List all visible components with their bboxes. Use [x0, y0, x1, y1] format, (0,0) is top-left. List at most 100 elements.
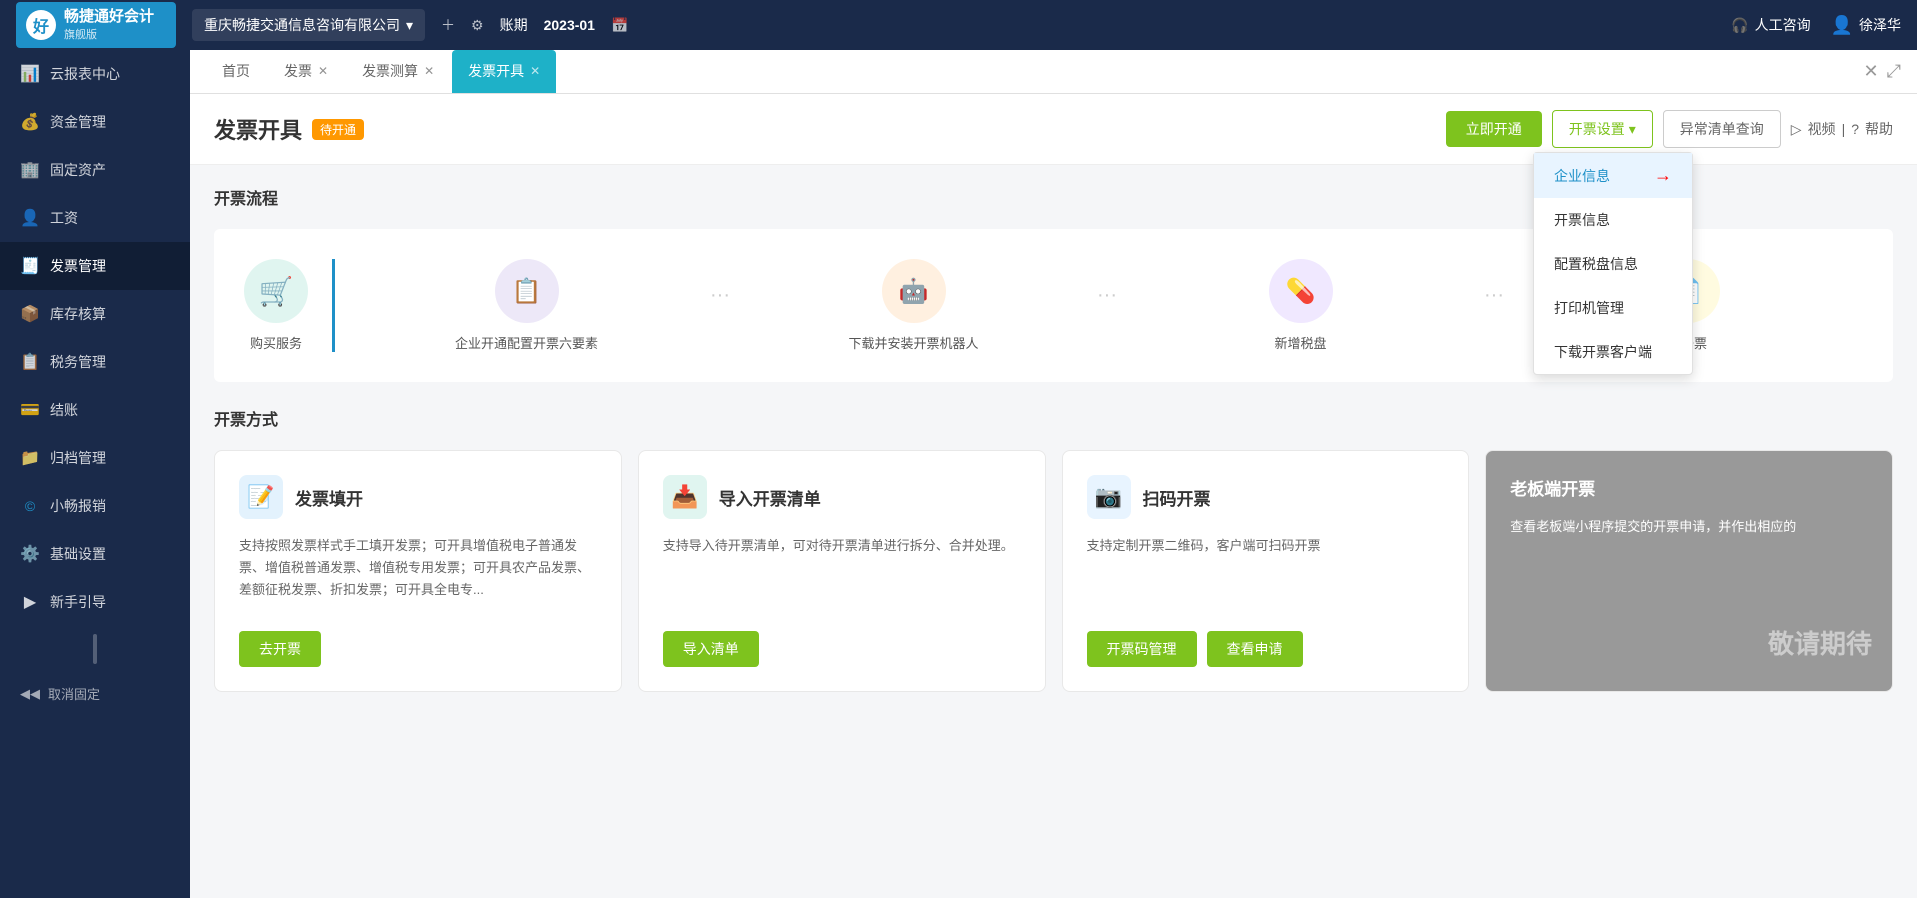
period-label: 账期 [500, 15, 528, 35]
flow-step-config: 📋 企业开通配置开票六要素 [351, 259, 702, 352]
boss-header: 老板端开票 [1510, 475, 1868, 500]
boss-desc: 查看老板端小程序提交的开票申请，并作出相应的 [1510, 516, 1868, 596]
sidebar-item-fixed-assets[interactable]: 🏢 固定资产 [0, 146, 190, 194]
tab-home-label: 首页 [222, 61, 250, 81]
coming-soon-overlay: 敬请期待 [1768, 624, 1872, 661]
sidebar-item-cloud-report[interactable]: 📊 云报表中心 [0, 50, 190, 98]
header-actions: 立即开通 开票设置 ▾ 异常清单查询 ▷ 视频 | ? 帮助 企业信息 [1446, 110, 1893, 148]
user-avatar-icon: 👤 [1831, 15, 1853, 36]
scan-header: 📷 扫码开票 [1087, 475, 1445, 519]
dropdown-item-download-client[interactable]: 下载开票客户端 [1534, 330, 1692, 374]
buy-service-label: 购买服务 [250, 333, 302, 352]
arrow-2: ··· [1089, 284, 1125, 327]
cloud-report-icon: 📊 [20, 64, 40, 84]
tab-invoice[interactable]: 发票 ✕ [268, 50, 344, 93]
new-guide-icon: ▶ [20, 592, 40, 612]
archive-icon: 📁 [20, 448, 40, 468]
tab-invoice-calc[interactable]: 发票测算 ✕ [346, 50, 450, 93]
tab-invoice-calc-close[interactable]: ✕ [424, 64, 434, 78]
top-actions: ＋ ⚙ 账期 2023-01 📅 [441, 15, 628, 35]
user-name: 徐泽华 [1859, 15, 1901, 35]
sidebar-label-report-sales: 小畅报销 [50, 496, 106, 516]
exception-btn[interactable]: 异常清单查询 [1663, 110, 1781, 148]
video-label[interactable]: 视频 [1808, 119, 1836, 139]
tab-invoice-issue-label: 发票开具 [468, 61, 524, 81]
logo-area: 好 畅捷通好会计 旗舰版 [16, 2, 176, 48]
dropdown-item-tax-config[interactable]: 配置税盘信息 [1534, 242, 1692, 286]
logo-name: 畅捷通好会计 [64, 8, 154, 26]
sidebar-scroll-indicator [93, 634, 97, 664]
tab-invoice-calc-label: 发票测算 [362, 61, 418, 81]
flow-step-robot: 🤖 下载并安装开票机器人 [738, 259, 1089, 352]
sidebar-item-archive[interactable]: 📁 归档管理 [0, 434, 190, 482]
method-card-boss: 老板端开票 查看老板端小程序提交的开票申请，并作出相应的 敬请期待 [1485, 450, 1893, 692]
page-header: 发票开具 待开通 立即开通 开票设置 ▾ 异常清单查询 ▷ 视频 | ? 帮助 [190, 94, 1917, 165]
sidebar-label-basic-settings: 基础设置 [50, 544, 106, 564]
manual-fill-title: 发票填开 [295, 485, 363, 510]
sidebar-label-invoice: 发票管理 [50, 256, 106, 276]
dropdown-item-invoice-info[interactable]: 开票信息 [1534, 198, 1692, 242]
dropdown-item-company-info[interactable]: 企业信息 → [1534, 153, 1692, 198]
status-badge: 待开通 [312, 119, 364, 140]
fund-icon: 💰 [20, 112, 40, 132]
tab-invoice-issue[interactable]: 发票开具 ✕ [452, 50, 556, 93]
scan-btns: 开票码管理 查看申请 [1087, 631, 1445, 667]
tax-icon: 📋 [20, 352, 40, 372]
settings-chevron-icon: ▾ [1629, 121, 1636, 138]
sidebar-item-report-sales[interactable]: © 小畅报销 [0, 482, 190, 530]
sidebar-item-fund[interactable]: 💰 资金管理 [0, 98, 190, 146]
sidebar-label-settlement: 结账 [50, 400, 78, 420]
tab-close-all-btn[interactable]: ✕ [1864, 61, 1879, 82]
page-title: 发票开具 [214, 113, 302, 145]
company-info-label: 企业信息 [1554, 166, 1610, 186]
scan-icon: 📷 [1087, 475, 1131, 519]
manual-fill-header: 📝 发票填开 [239, 475, 597, 519]
dropdown-item-printer[interactable]: 打印机管理 [1534, 286, 1692, 330]
sidebar-label-payroll: 工资 [50, 208, 78, 228]
download-client-label: 下载开票客户端 [1554, 342, 1652, 362]
logo-icon: 好 [26, 10, 56, 40]
company-name: 重庆畅捷交通信息咨询有限公司 [204, 15, 400, 35]
arrow-1: ··· [702, 284, 738, 327]
payroll-icon: 👤 [20, 208, 40, 228]
tab-invoice-close[interactable]: ✕ [318, 64, 328, 78]
scan-btn2[interactable]: 查看申请 [1207, 631, 1303, 667]
settings-btn[interactable]: 开票设置 ▾ [1552, 110, 1653, 148]
tax-disk-icon: 💊 [1269, 259, 1333, 323]
tab-invoice-issue-close[interactable]: ✕ [530, 64, 540, 78]
activate-btn[interactable]: 立即开通 [1446, 111, 1542, 147]
question-icon: ? [1851, 121, 1859, 137]
scan-title: 扫码开票 [1143, 485, 1211, 510]
calendar-icon[interactable]: 📅 [611, 17, 628, 34]
sidebar-item-invoice[interactable]: 🧾 发票管理 [0, 242, 190, 290]
report-sales-icon: © [20, 496, 40, 516]
scan-btn1[interactable]: 开票码管理 [1087, 631, 1197, 667]
tab-invoice-label: 发票 [284, 61, 312, 81]
sidebar-item-basic-settings[interactable]: ⚙️ 基础设置 [0, 530, 190, 578]
import-btn[interactable]: 导入清单 [663, 631, 759, 667]
logo-text-area: 畅捷通好会计 旗舰版 [64, 8, 154, 42]
invoice-info-label: 开票信息 [1554, 210, 1610, 230]
sidebar-item-inventory[interactable]: 📦 库存核算 [0, 290, 190, 338]
period-value: 2023-01 [544, 17, 595, 33]
method-card-scan: 📷 扫码开票 支持定制开票二维码，客户端可扫码开票 开票码管理 查看申请 [1062, 450, 1470, 692]
company-selector[interactable]: 重庆畅捷交通信息咨询有限公司 ▾ [192, 9, 425, 41]
import-header: 📥 导入开票清单 [663, 475, 1021, 519]
robot-icon: 🤖 [882, 259, 946, 323]
sidebar-pin-toggle[interactable]: ◀◀ 取消固定 [0, 672, 190, 715]
sidebar-item-settlement[interactable]: 💳 结账 [0, 386, 190, 434]
inventory-icon: 📦 [20, 304, 40, 324]
user-area[interactable]: 👤 徐泽华 [1831, 15, 1901, 36]
support-btn[interactable]: 🎧 人工咨询 [1731, 15, 1810, 35]
help-label[interactable]: 帮助 [1865, 119, 1893, 139]
add-icon[interactable]: ＋ [441, 15, 455, 35]
buy-service-icon: 🛒 [244, 259, 308, 323]
sidebar-item-tax[interactable]: 📋 税务管理 [0, 338, 190, 386]
sidebar-item-new-guide[interactable]: ▶ 新手引导 [0, 578, 190, 626]
manual-fill-btn[interactable]: 去开票 [239, 631, 321, 667]
sidebar-label-cloud-report: 云报表中心 [50, 64, 120, 84]
settings-icon[interactable]: ⚙ [471, 17, 484, 34]
sidebar-item-payroll[interactable]: 👤 工资 [0, 194, 190, 242]
tab-expand-btn[interactable]: ⤢ [1887, 61, 1901, 82]
tab-home[interactable]: 首页 [206, 50, 266, 93]
